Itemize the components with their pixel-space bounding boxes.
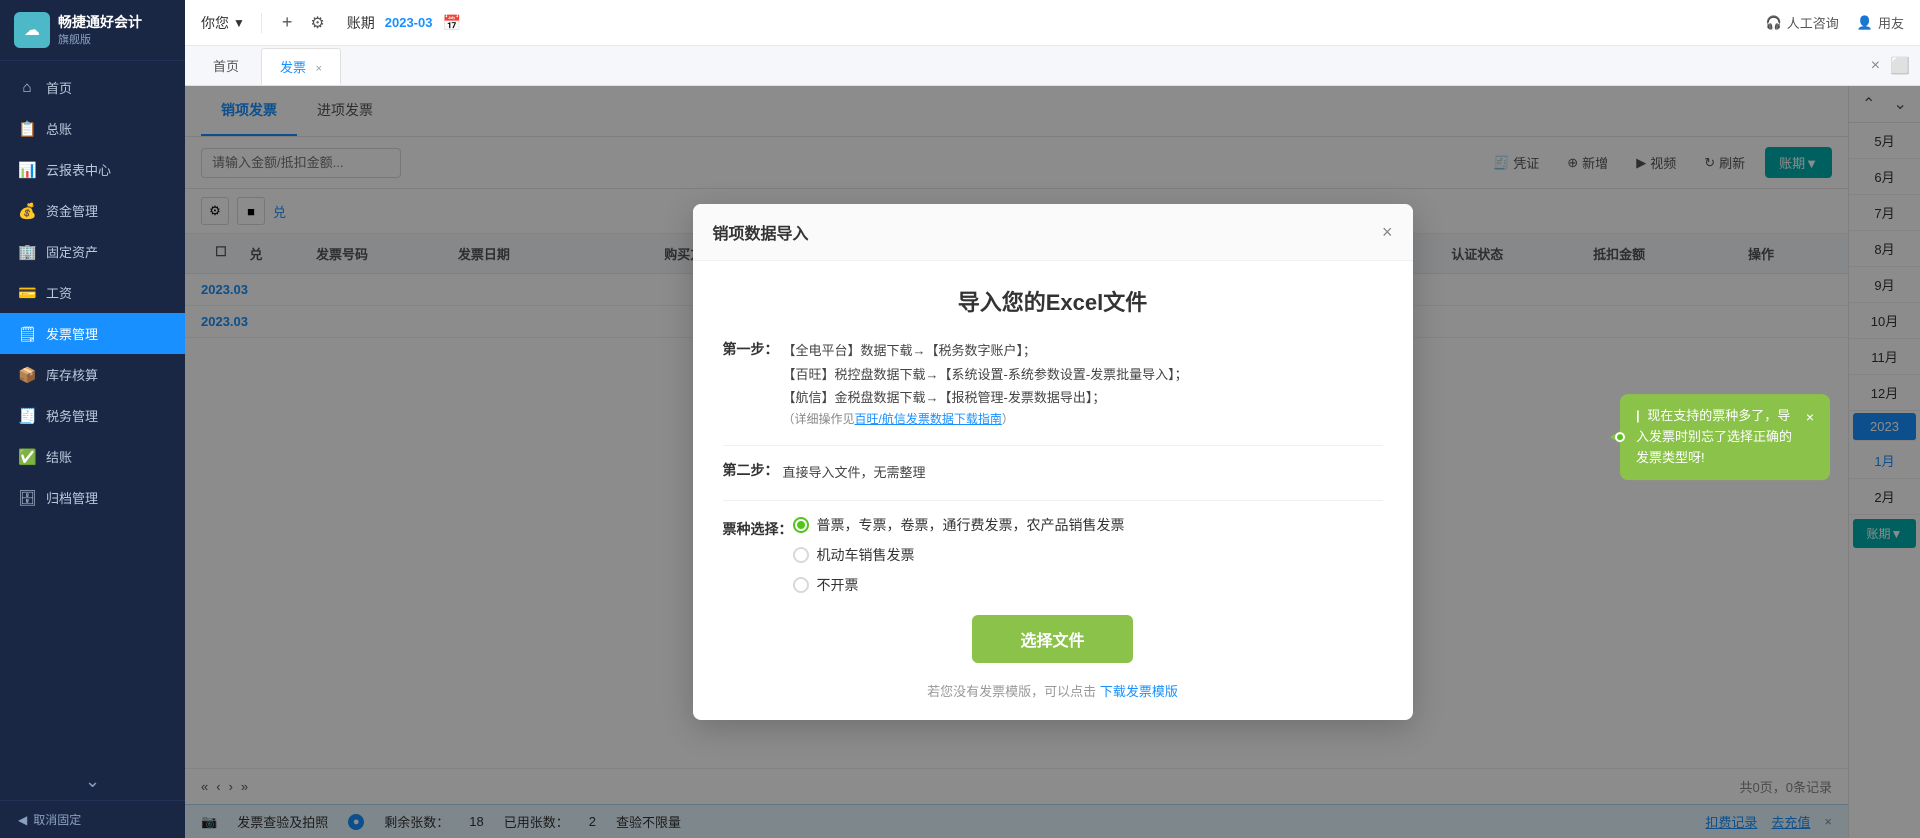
sidebar-item-tax[interactable]: 🧾 税务管理: [0, 395, 185, 436]
ticket-select: 票种选择： 普票，专票，卷票，通行费发票，农产品销售发票 机动车销售发票: [723, 515, 1383, 595]
cloud-report-icon: 📊: [18, 161, 36, 179]
step1-hint: （详细操作见百旺/航信发票数据下载指南）: [783, 409, 1188, 431]
topbar-user-menu[interactable]: 👤 用友: [1857, 13, 1904, 32]
radio-circle-1: [793, 517, 809, 533]
sidebar-item-salary[interactable]: 💳 工资: [0, 272, 185, 313]
topbar-divider1: [261, 13, 262, 33]
window-close-btn[interactable]: ×: [1871, 57, 1880, 75]
tax-icon: 🧾: [18, 407, 36, 425]
inventory-icon: 📦: [18, 366, 36, 384]
sidebar-item-fixed-asset[interactable]: 🏢 固定资产: [0, 231, 185, 272]
tooltip-text: 现在支持的票种多了，导入发票时别忘了选择正确的发票类型呀!: [1636, 408, 1792, 465]
app-version: 旗舰版: [58, 31, 142, 47]
sidebar-item-fund[interactable]: 💰 资金管理: [0, 190, 185, 231]
sidebar: ☁ 畅捷通好会计 旗舰版 ⌂ 首页 📋 总账 📊 云报表中心 💰 资金管理: [0, 0, 185, 838]
company-name: 你您: [201, 13, 229, 33]
step2-row: 第二步： 直接导入文件，无需整理: [723, 460, 1383, 486]
radio-circle-3: [793, 577, 809, 593]
modal-close-btn[interactable]: ×: [1382, 222, 1393, 243]
step1-hint-link[interactable]: 百旺/航信发票数据下载指南: [855, 412, 1002, 426]
ledger-icon: 📋: [18, 120, 36, 138]
invoice-icon: 🗒: [18, 325, 36, 343]
modal-body: 导入您的Excel文件 第一步： 【全电平台】数据下载→【税务数字账户】； 【百…: [693, 261, 1413, 720]
salary-icon: 💳: [18, 284, 36, 302]
radio-option-2[interactable]: 机动车销售发票: [793, 545, 1125, 565]
fund-icon: 💰: [18, 202, 36, 220]
tooltip-dot: [1615, 432, 1625, 442]
topbar: 你您 ▼ + ⚙ 账期 2023-03 📅 🎧 人工咨询 👤 用友: [185, 0, 1920, 46]
step1-line3: 【航信】金税盘数据下载→【报税管理-发票数据导出】；: [783, 386, 1188, 409]
fixed-asset-icon: 🏢: [18, 243, 36, 261]
topbar-add-btn[interactable]: +: [278, 8, 297, 37]
import-modal: 销项数据导入 × 导入您的Excel文件 第一步： 【全电平台】数据下载→【税务…: [693, 204, 1413, 720]
divider1: [723, 445, 1383, 446]
modal-main-title: 导入您的Excel文件: [723, 285, 1383, 317]
user-icon: 👤: [1857, 15, 1873, 31]
ticket-select-label: 票种选择：: [723, 519, 793, 539]
sidebar-logo: ☁ 畅捷通好会计 旗舰版: [0, 0, 185, 61]
window-maximize-btn[interactable]: ⬜: [1890, 56, 1910, 76]
company-selector[interactable]: 你您 ▼: [201, 13, 245, 33]
modal-header: 销项数据导入 ×: [693, 204, 1413, 261]
topbar-settings-btn[interactable]: ⚙: [306, 9, 328, 37]
step2-label: 第二步：: [723, 460, 783, 480]
sidebar-nav: ⌂ 首页 📋 总账 📊 云报表中心 💰 资金管理 🏢 固定资产 💳 工资: [0, 61, 185, 763]
sidebar-item-cloud-report[interactable]: 📊 云报表中心: [0, 149, 185, 190]
download-template-link[interactable]: 下载发票模版: [1100, 684, 1178, 699]
tab-bar: 首页 发票 × × ⬜: [185, 46, 1920, 86]
topbar-period-label: 账期: [347, 13, 375, 33]
sidebar-item-inventory[interactable]: 📦 库存核算: [0, 354, 185, 395]
modal-overlay: 销项数据导入 × 导入您的Excel文件 第一步： 【全电平台】数据下载→【税务…: [185, 86, 1920, 838]
sidebar-cancel-fixed-btn[interactable]: ◀ 取消固定: [0, 800, 185, 838]
sidebar-item-archive[interactable]: 🗄 归档管理: [0, 477, 185, 518]
sidebar-item-settle[interactable]: ✅ 结账: [0, 436, 185, 477]
modal-footer-text: 若您没有发票模版，可以点击 下载发票模版: [723, 681, 1383, 700]
topbar-consult-btn[interactable]: 🎧 人工咨询: [1766, 13, 1839, 32]
sidebar-item-home[interactable]: ⌂ 首页: [0, 67, 185, 108]
tooltip-close-btn[interactable]: ×: [1806, 406, 1814, 428]
step2-content: 直接导入文件，无需整理: [783, 461, 926, 484]
step1-row: 第一步： 【全电平台】数据下载→【税务数字账户】； 【百旺】税控盘数据下载→【系…: [723, 339, 1383, 431]
sidebar-scroll-down[interactable]: ⌄: [0, 763, 185, 800]
modal-title: 销项数据导入: [713, 220, 809, 244]
sidebar-item-invoice[interactable]: 🗒 发票管理: [0, 313, 185, 354]
tooltip-bubble: × | 现在支持的票种多了，导入发票时别忘了选择正确的发票类型呀!: [1620, 394, 1830, 480]
tab-home[interactable]: 首页: [195, 48, 257, 83]
cancel-fixed-icon: ◀: [18, 813, 27, 827]
calendar-icon[interactable]: 📅: [442, 14, 461, 32]
archive-icon: 🗄: [18, 489, 36, 507]
sidebar-item-ledger[interactable]: 📋 总账: [0, 108, 185, 149]
topbar-period-value: 2023-03: [385, 15, 433, 30]
company-dropdown-icon: ▼: [233, 16, 245, 30]
divider2: [723, 500, 1383, 501]
logo-icon: ☁: [14, 12, 50, 48]
settle-icon: ✅: [18, 448, 36, 466]
step1-label: 第一步：: [723, 339, 783, 359]
select-file-btn[interactable]: 选择文件: [972, 615, 1132, 663]
step1-line1: 【全电平台】数据下载→【税务数字账户】；: [783, 339, 1188, 362]
headset-icon: 🎧: [1766, 15, 1782, 31]
tab-invoice[interactable]: 发票 ×: [261, 48, 341, 85]
step1-line2: 【百旺】税控盘数据下载→【系统设置-系统参数设置-发票批量导入】；: [783, 363, 1188, 386]
radio-option-1[interactable]: 普票，专票，卷票，通行费发票，农产品销售发票: [793, 515, 1125, 535]
app-name: 畅捷通好会计: [58, 13, 142, 31]
radio-circle-2: [793, 547, 809, 563]
home-icon: ⌂: [18, 79, 36, 96]
radio-option-3[interactable]: 不开票: [793, 575, 1125, 595]
tab-invoice-close[interactable]: ×: [316, 63, 322, 75]
